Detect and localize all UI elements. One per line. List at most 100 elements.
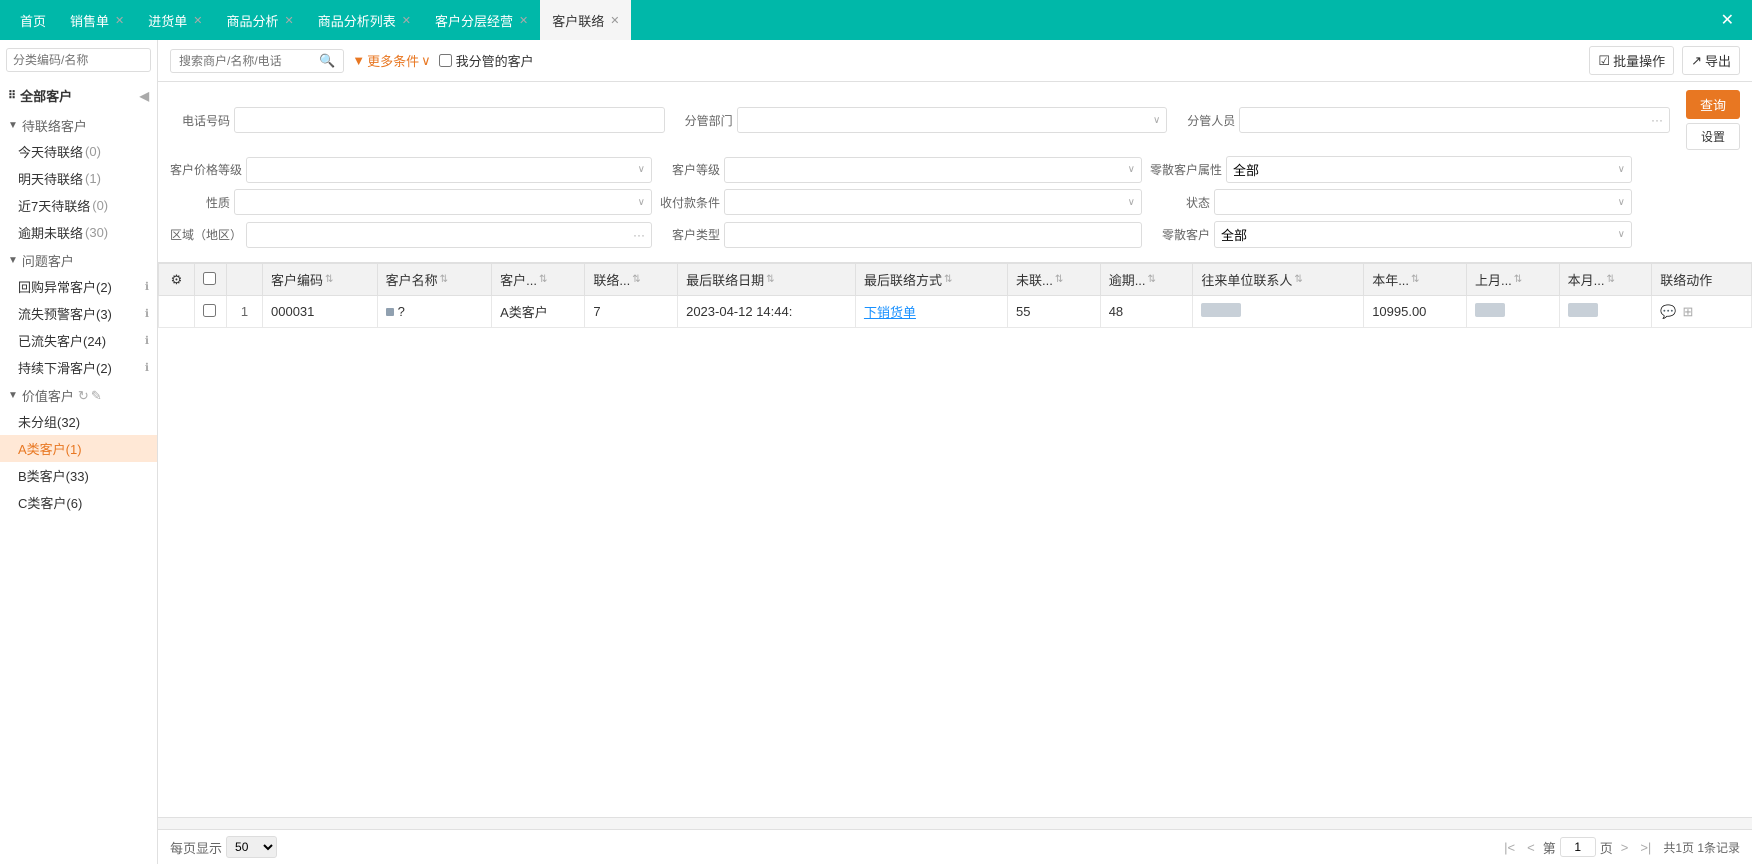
filter-customer-type-input[interactable] <box>724 222 1142 248</box>
settings-button[interactable]: 设置 <box>1686 123 1740 150</box>
last-contact-link[interactable]: 下销货单 <box>864 305 916 320</box>
sidebar-item-churn-warning[interactable]: 流失预警客户(3) ℹ <box>0 300 157 327</box>
sidebar-item-overdue-contact[interactable]: 逾期未联络(30) <box>0 219 157 246</box>
nav-tab-product-analysis-list[interactable]: 商品分析列表 ✕ <box>306 0 423 40</box>
select-all-checkbox[interactable] <box>203 272 216 285</box>
filter-manager-input[interactable]: ··· <box>1239 107 1670 133</box>
filter-payment-select[interactable]: ∨ <box>724 189 1142 215</box>
export-btn[interactable]: ↗ 导出 <box>1682 46 1740 75</box>
close-tab-salesorder[interactable]: ✕ <box>115 14 124 27</box>
th-overdue[interactable]: 逾期...⇅ <box>1100 264 1193 296</box>
sidebar-collapse-btn[interactable]: ◀ <box>140 89 149 103</box>
sidebar-item-class-b[interactable]: B类客户(33) <box>0 462 157 489</box>
query-button[interactable]: 查询 <box>1686 90 1740 119</box>
th-this-month[interactable]: 本月...⇅ <box>1559 264 1652 296</box>
th-last-contact-method[interactable]: 最后联络方式⇅ <box>855 264 1007 296</box>
close-tab-product-analysis-list[interactable]: ✕ <box>402 14 411 27</box>
last-page-btn[interactable]: >| <box>1636 838 1655 857</box>
chat-icon[interactable]: 💬 <box>1660 304 1676 320</box>
th-last-contact-date[interactable]: 最后联络日期⇅ <box>678 264 856 296</box>
value-group-edit[interactable]: ✎ <box>91 388 102 404</box>
sort-icon-overdue[interactable]: ⇅ <box>1148 274 1156 285</box>
filter-scattered-attr-select[interactable]: 全部∨ <box>1226 156 1632 183</box>
grid-action-icon[interactable]: ⊞ <box>1682 304 1693 320</box>
toolbar-search-box[interactable]: 🔍 <box>170 49 344 73</box>
th-code[interactable]: 客户编码⇅ <box>263 264 378 296</box>
close-tab-purchase[interactable]: ✕ <box>193 14 202 27</box>
sidebar-item-churned[interactable]: 已流失客户(24) ℹ <box>0 327 157 354</box>
more-filter-btn[interactable]: ▼ 更多条件 ∨ <box>352 51 430 70</box>
window-close-button[interactable]: ✕ <box>1711 10 1744 30</box>
nav-home[interactable]: 首页 <box>8 11 58 30</box>
filter-status-select[interactable]: ∨ <box>1214 189 1632 215</box>
nav-tab-customer-tier[interactable]: 客户分层经营 ✕ <box>423 0 540 40</box>
filter-payment: 收付款条件 ∨ <box>660 189 1142 215</box>
sidebar-item-class-c[interactable]: C类客户(6) <box>0 489 157 516</box>
td-row-last-contact-method[interactable]: 下销货单 <box>855 296 1007 328</box>
sort-icon-name[interactable]: ⇅ <box>440 274 448 285</box>
sidebar-item-class-a[interactable]: A类客户(1) <box>0 435 157 462</box>
sidebar-item-7day-pending[interactable]: 近7天待联络(0) <box>0 192 157 219</box>
sidebar-all-customers[interactable]: ⠿ 全部客户 ◀ <box>0 80 157 111</box>
sort-icon-year[interactable]: ⇅ <box>1411 274 1419 285</box>
per-page-select[interactable]: 50 100 200 <box>226 836 277 858</box>
th-this-year[interactable]: 本年...⇅ <box>1364 264 1467 296</box>
filter-nature-label: 性质 <box>170 194 230 211</box>
filter-nature-select[interactable]: ∨ <box>234 189 652 215</box>
sidebar-item-declining[interactable]: 持续下滑客户(2) ℹ <box>0 354 157 381</box>
close-tab-customer-tier[interactable]: ✕ <box>519 14 528 27</box>
sort-icon-method[interactable]: ⇅ <box>944 274 952 285</box>
th-last-month[interactable]: 上月...⇅ <box>1466 264 1559 296</box>
filter-price-level-select[interactable]: ∨ <box>246 157 652 183</box>
prev-page-btn[interactable]: < <box>1523 838 1539 857</box>
row-checkbox[interactable] <box>203 304 216 317</box>
sort-icon-last-month[interactable]: ⇅ <box>1514 274 1522 285</box>
th-company-contact[interactable]: 往来单位联系人⇅ <box>1193 264 1364 296</box>
close-tab-product-analysis[interactable]: ✕ <box>285 14 294 27</box>
filter-region-input[interactable]: ··· <box>246 222 652 248</box>
nav-tab-salesorder[interactable]: 销售单 ✕ <box>58 0 136 40</box>
th-type[interactable]: 客户...⇅ <box>492 264 585 296</box>
nav-tab-purchase[interactable]: 进货单 ✕ <box>136 0 214 40</box>
sidebar-group-value[interactable]: ▼ 价值客户 ↻ ✎ <box>0 381 157 408</box>
sidebar-group-problem[interactable]: ▼ 问题客户 <box>0 246 157 273</box>
sort-icon-company-contact[interactable]: ⇅ <box>1294 274 1302 285</box>
toolbar-search-input[interactable] <box>179 54 319 68</box>
nav-tab-customer-contact[interactable]: 客户联络 ✕ <box>540 0 631 40</box>
batch-action-btn[interactable]: ☑ 批量操作 <box>1589 46 1674 75</box>
sidebar-search-input[interactable] <box>13 53 158 67</box>
first-page-btn[interactable]: |< <box>1500 838 1519 857</box>
close-tab-customer-contact[interactable]: ✕ <box>610 14 619 27</box>
td-row-checkbox[interactable] <box>195 296 227 328</box>
nav-tab-product-analysis[interactable]: 商品分析 ✕ <box>214 0 305 40</box>
sidebar-group-pending[interactable]: ▼ 待联络客户 <box>0 111 157 138</box>
sort-icon-this-month[interactable]: ⇅ <box>1606 274 1614 285</box>
th-contact[interactable]: 联络...⇅ <box>585 264 678 296</box>
sidebar-item-today-pending[interactable]: 今天待联络(0) <box>0 138 157 165</box>
sort-icon-date[interactable]: ⇅ <box>766 274 774 285</box>
filter-scattered-select[interactable]: 全部∨ <box>1214 221 1632 248</box>
value-group-refresh[interactable]: ↻ <box>78 388 89 404</box>
sort-icon-type[interactable]: ⇅ <box>539 274 547 285</box>
sort-icon-no-contact[interactable]: ⇅ <box>1055 274 1063 285</box>
filter-phone-input[interactable] <box>234 107 665 133</box>
th-no-contact[interactable]: 未联...⇅ <box>1008 264 1101 296</box>
page-number-input[interactable] <box>1560 837 1596 857</box>
filter-dept-select[interactable]: ∨ <box>737 107 1168 133</box>
th-settings[interactable]: ⚙ <box>159 264 195 296</box>
my-customer-filter[interactable]: 我分管的客户 <box>439 51 534 70</box>
sidebar-item-tomorrow-pending[interactable]: 明天待联络(1) <box>0 165 157 192</box>
my-customer-checkbox[interactable] <box>439 54 452 67</box>
sidebar-item-ungrouped[interactable]: 未分组(32) <box>0 408 157 435</box>
sidebar-item-repurchase-abnormal[interactable]: 回购异常客户(2) ℹ <box>0 273 157 300</box>
sort-icon-code[interactable]: ⇅ <box>325 274 333 285</box>
settings-icon[interactable]: ⚙ <box>171 272 183 287</box>
th-name[interactable]: 客户名称⇅ <box>377 264 492 296</box>
bottom-scrollbar[interactable] <box>158 817 1752 829</box>
sort-icon-contact[interactable]: ⇅ <box>632 274 640 285</box>
td-row-name[interactable]: ? <box>377 296 492 328</box>
next-page-btn[interactable]: > <box>1617 838 1633 857</box>
sidebar-search-box[interactable]: 🔍 <box>6 48 151 72</box>
filter-customer-level-select[interactable]: ∨ <box>724 157 1142 183</box>
th-checkbox[interactable] <box>195 264 227 296</box>
